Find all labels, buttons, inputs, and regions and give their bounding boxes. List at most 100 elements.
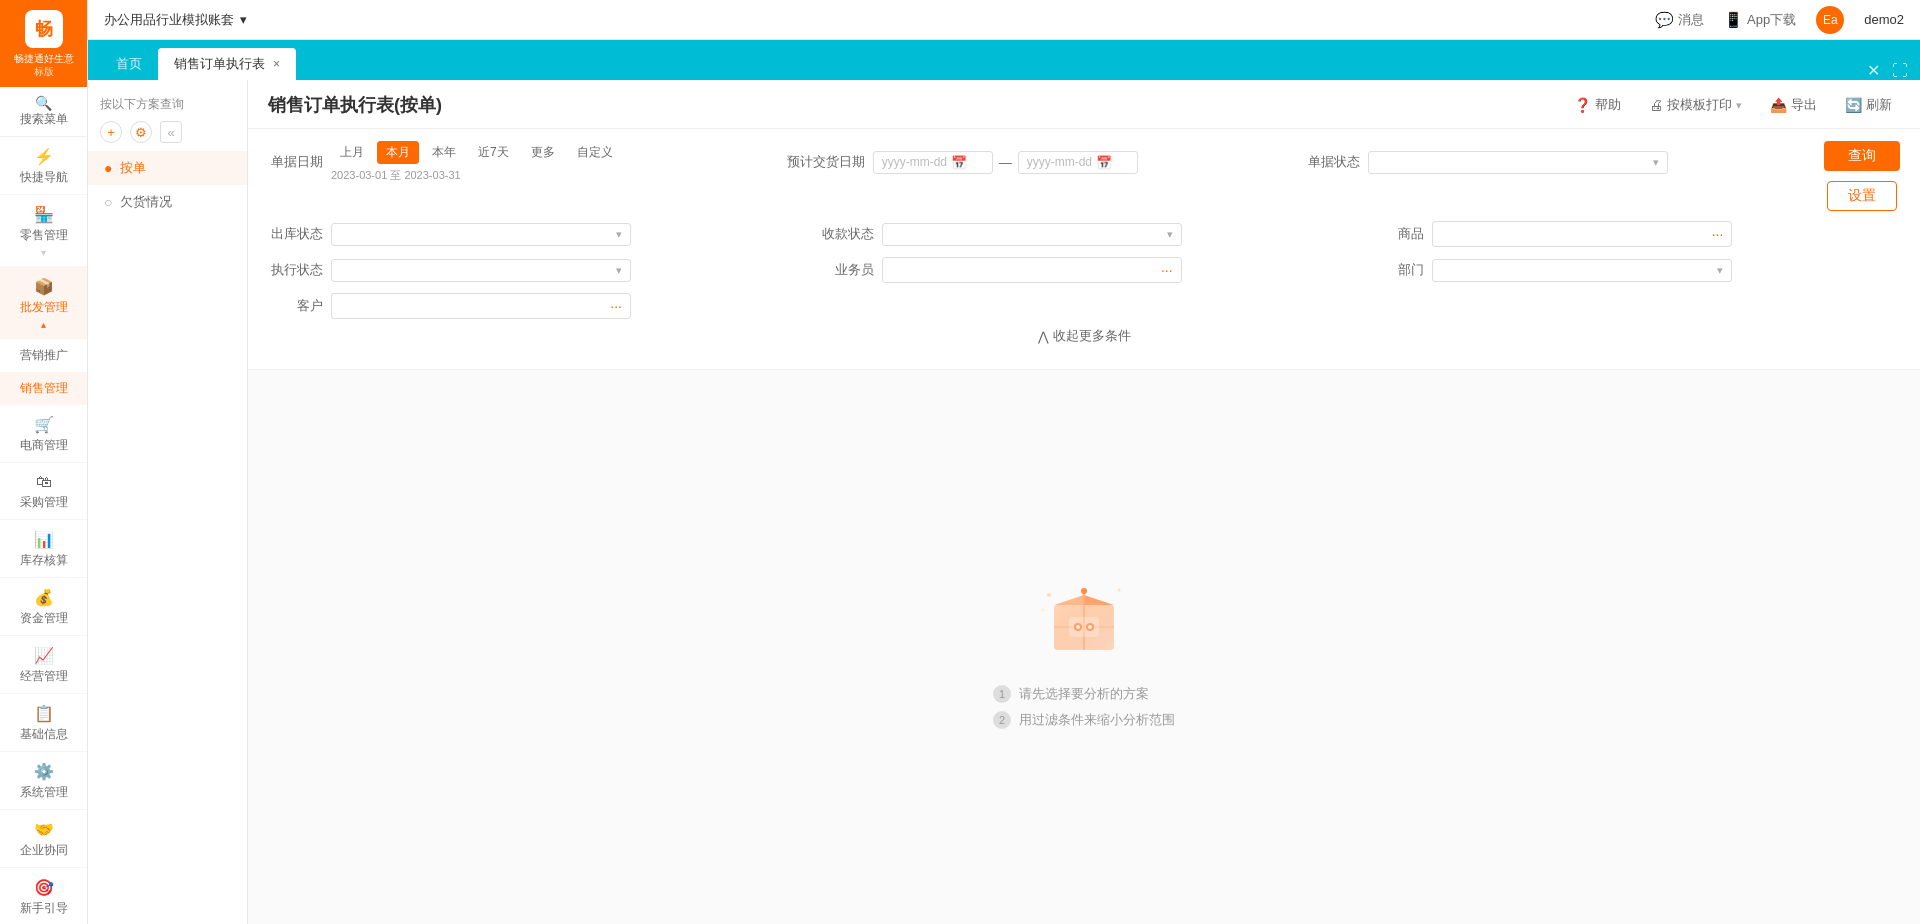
- goods-input[interactable]: ···: [1432, 221, 1732, 247]
- logo-subtitle: 标版: [34, 65, 54, 79]
- customer-dots-icon[interactable]: ···: [610, 298, 622, 314]
- receipt-status-select[interactable]: ▾: [882, 223, 1182, 246]
- sidebar-item-operations[interactable]: 📈 经营管理: [0, 636, 87, 694]
- empty-tip-2: 2 用过滤条件来缩小分析范围: [993, 711, 1175, 729]
- sidebar-item-wholesale[interactable]: 📦 批发管理 ▴: [0, 267, 87, 339]
- date-pill-last-month[interactable]: 上月: [331, 141, 373, 164]
- exec-status-select[interactable]: ▾: [331, 259, 631, 282]
- salesman-label: 业务员: [819, 261, 874, 279]
- sidebar-item-purchase[interactable]: 🛍 采购管理: [0, 463, 87, 520]
- add-scheme-button[interactable]: +: [100, 121, 122, 143]
- right-content: 销售订单执行表(按单) ❓ 帮助 🖨 按模板打印 ▾ 📤 导出: [248, 80, 1920, 924]
- expected-date-start[interactable]: yyyy-mm-dd 📅: [873, 151, 993, 174]
- date-pill-custom[interactable]: 自定义: [568, 141, 622, 164]
- print-icon: 🖨: [1649, 97, 1663, 113]
- collapse-button[interactable]: ⋀ 收起更多条件: [1022, 323, 1147, 349]
- empty-illustration: [1034, 565, 1134, 665]
- date-pills: 上月 本月 本年 近7天: [331, 141, 767, 164]
- sidebar-item-basic[interactable]: 📋 基础信息: [0, 694, 87, 752]
- date-pill-this-month[interactable]: 本月: [377, 141, 419, 164]
- tab-close-icon[interactable]: ×: [273, 57, 280, 71]
- industry-selector[interactable]: 办公用品行业模拟账套 ▾: [104, 11, 247, 29]
- settings-scheme-button[interactable]: ⚙: [130, 121, 152, 143]
- scheme-item-按单[interactable]: ● 按单: [88, 151, 247, 185]
- expected-date-label: 预计交货日期: [787, 153, 865, 171]
- sidebar-sub-marketing[interactable]: 营销推广: [0, 339, 87, 372]
- dropdown-arrow-icon: ▾: [240, 12, 247, 27]
- sidebar-search[interactable]: 🔍 搜索菜单: [0, 87, 87, 137]
- svg-point-8: [1076, 625, 1080, 629]
- customer-label: 客户: [268, 297, 323, 315]
- receipt-status-label: 收款状态: [819, 225, 874, 243]
- set-button[interactable]: 设置: [1827, 181, 1897, 211]
- sidebar-item-quick-nav[interactable]: ⚡ 快捷导航: [0, 137, 87, 195]
- user-avatar[interactable]: Ea: [1816, 6, 1844, 34]
- sidebar-item-enterprise[interactable]: 🤝 企业协同: [0, 810, 87, 868]
- expected-date-end[interactable]: yyyy-mm-dd 📅: [1018, 151, 1138, 174]
- enterprise-icon: 🤝: [34, 820, 54, 839]
- date-pill-last7[interactable]: 近7天: [469, 141, 518, 164]
- dept-label: 部门: [1369, 261, 1424, 279]
- dept-select[interactable]: ▾: [1432, 259, 1732, 282]
- customer-input[interactable]: ···: [331, 293, 631, 319]
- goods-dots-icon[interactable]: ···: [1712, 226, 1724, 242]
- date-separator: —: [999, 155, 1012, 170]
- message-icon: 💬: [1655, 11, 1674, 29]
- date-pill-this-year[interactable]: 本年: [423, 141, 465, 164]
- logo-text: 畅捷通好生意: [14, 52, 74, 65]
- collapse-up-icon: ⋀: [1038, 329, 1049, 344]
- calendar-start-icon[interactable]: 📅: [951, 155, 967, 170]
- tab-close-all-icon[interactable]: ✕: [1867, 61, 1880, 80]
- app-logo: 畅 畅捷通好生意 标版: [0, 0, 87, 87]
- operations-icon: 📈: [34, 646, 54, 665]
- scheme-item-欠货情况[interactable]: ○ 欠货情况: [88, 185, 247, 219]
- print-button[interactable]: 🖨 按模板打印 ▾: [1641, 92, 1750, 118]
- sidebar-item-inventory[interactable]: 📊 库存核算: [0, 520, 87, 578]
- receipt-status-arrow-icon: ▾: [1167, 228, 1173, 241]
- tab-sales-order[interactable]: 销售订单执行表 ×: [158, 48, 296, 80]
- app-download-button[interactable]: 📱 App下载: [1724, 11, 1796, 29]
- sidebar: 畅 畅捷通好生意 标版 🔍 搜索菜单 ⚡ 快捷导航 🏪 零售管理 ▾ 📦 批发管…: [0, 0, 88, 924]
- query-button[interactable]: 查询: [1824, 141, 1900, 171]
- sidebar-sub-sales[interactable]: 销售管理: [0, 372, 87, 405]
- out-status-select[interactable]: ▾: [331, 223, 631, 246]
- refresh-button[interactable]: 🔄 刷新: [1837, 92, 1900, 118]
- calendar-end-icon[interactable]: 📅: [1096, 155, 1112, 170]
- sidebar-item-ecommerce[interactable]: 🛒 电商管理: [0, 405, 87, 463]
- left-panel-title: 按以下方案查询: [100, 96, 184, 113]
- retail-icon: 🏪: [34, 205, 54, 224]
- fold-panel-button[interactable]: «: [160, 121, 182, 143]
- goods-label: 商品: [1369, 225, 1424, 243]
- message-button[interactable]: 💬 消息: [1655, 11, 1704, 29]
- sidebar-item-retail[interactable]: 🏪 零售管理 ▾: [0, 195, 87, 267]
- print-dropdown-icon: ▾: [1736, 99, 1742, 112]
- tab-home[interactable]: 首页: [100, 48, 158, 80]
- exec-status-group: 执行状态 ▾: [268, 257, 799, 283]
- customer-group: 客户 ···: [268, 293, 799, 319]
- sidebar-item-finance[interactable]: 💰 资金管理: [0, 578, 87, 636]
- tab-expand-icon[interactable]: ⛶: [1892, 62, 1908, 80]
- date-pill-more[interactable]: 更多: [522, 141, 564, 164]
- purchase-icon: 🛍: [36, 473, 52, 491]
- doc-status-select[interactable]: ▾: [1368, 151, 1668, 174]
- header-right: 💬 消息 📱 App下载 Ea demo2: [1655, 6, 1904, 34]
- collapse-row: ⋀ 收起更多条件: [268, 319, 1900, 357]
- left-panel-header: 按以下方案查询: [88, 92, 247, 121]
- scheme-clock-icon: ○: [104, 194, 112, 210]
- sidebar-item-new-guide[interactable]: 🎯 新手引导: [0, 868, 87, 924]
- salesman-dots-icon[interactable]: ···: [1161, 262, 1173, 278]
- app-download-icon: 📱: [1724, 11, 1743, 29]
- svg-point-4: [1118, 589, 1121, 592]
- sidebar-item-system[interactable]: ⚙️ 系统管理: [0, 752, 87, 810]
- out-status-group: 出库状态 ▾: [268, 221, 799, 247]
- industry-name: 办公用品行业模拟账套: [104, 11, 234, 29]
- date-label: 单据日期: [268, 153, 323, 171]
- export-button[interactable]: 📤 导出: [1762, 92, 1825, 118]
- help-button[interactable]: ❓ 帮助: [1566, 92, 1629, 118]
- salesman-input[interactable]: ···: [882, 257, 1182, 283]
- finance-icon: 💰: [34, 588, 54, 607]
- empty-tips: 1 请先选择要分析的方案 2 用过滤条件来缩小分析范围: [993, 685, 1175, 729]
- doc-status-group: 单据状态 ▾: [1305, 141, 1804, 183]
- empty-tip-1: 1 请先选择要分析的方案: [993, 685, 1175, 703]
- doc-status-arrow-icon: ▾: [1653, 156, 1659, 169]
